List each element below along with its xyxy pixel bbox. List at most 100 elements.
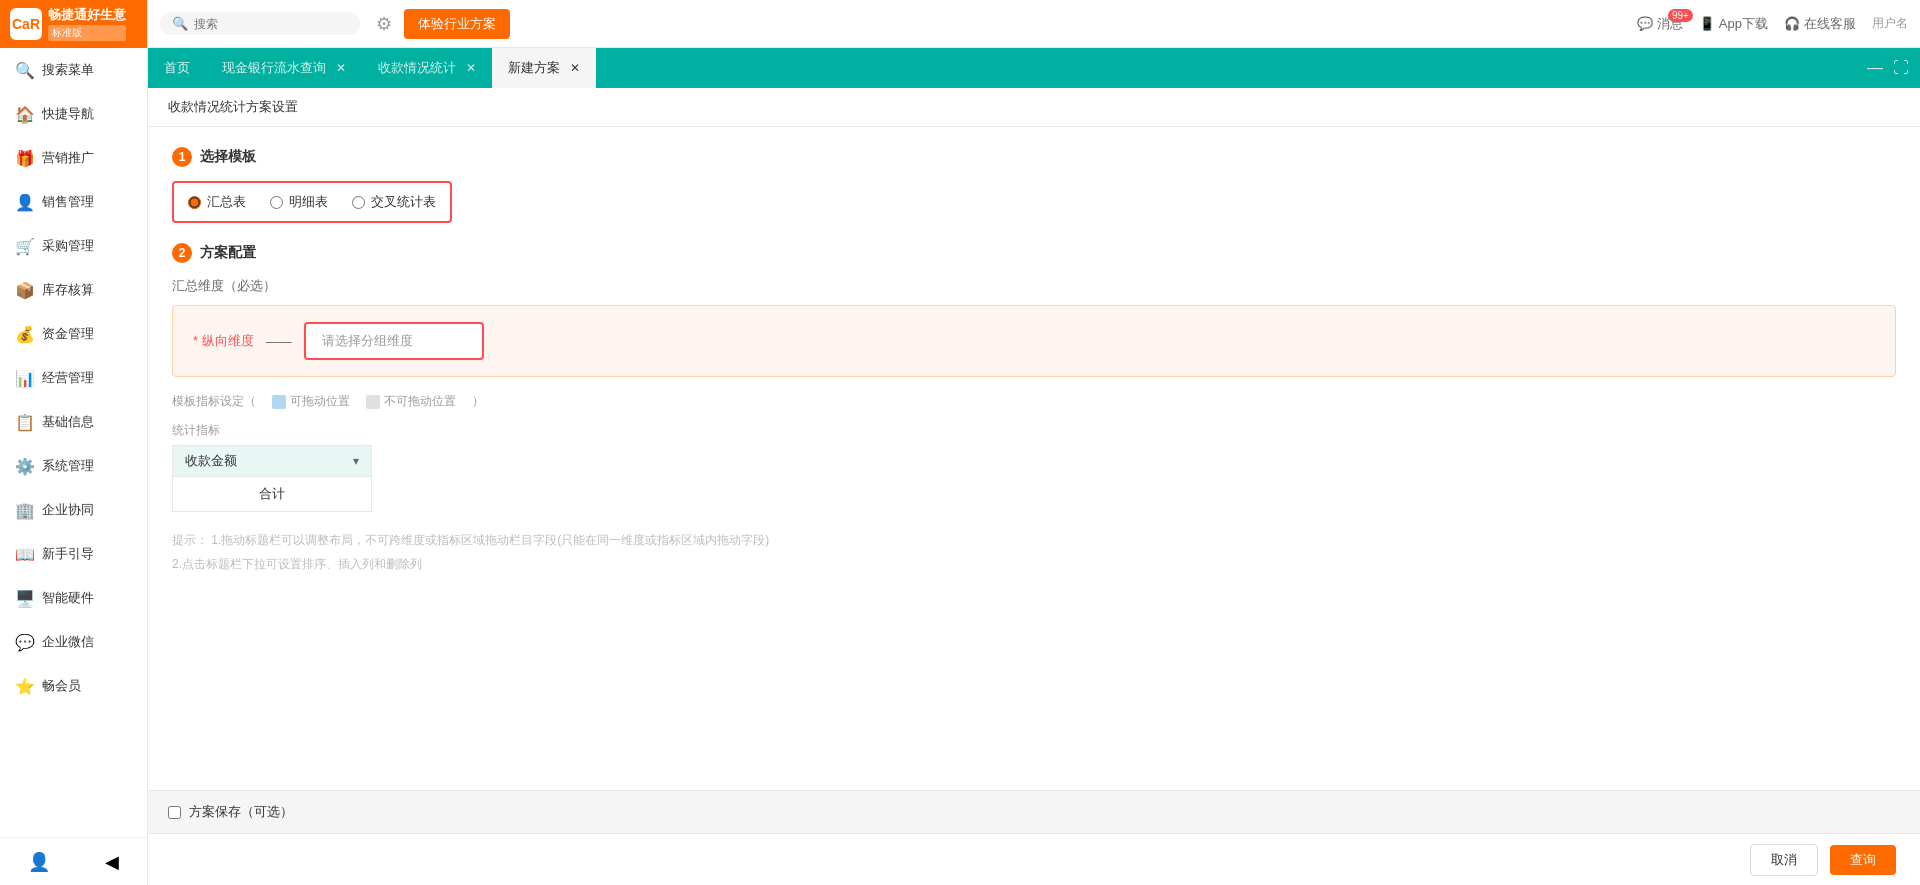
step2-num: 2 xyxy=(172,243,192,263)
sidebar-item-wechat[interactable]: 💬 企业微信 xyxy=(0,620,147,664)
metrics-header-label: 收款金额 xyxy=(185,452,237,470)
form-area: 1 选择模板 汇总表 明细表 交叉统计表 xyxy=(148,127,1920,790)
step1-header: 1 选择模板 xyxy=(172,147,1896,167)
logo-tag: 标准版 xyxy=(48,25,126,41)
tab-bank[interactable]: 现金银行流水查询 ✕ xyxy=(206,48,362,88)
sidebar-item-guide[interactable]: 📖 新手引导 xyxy=(0,532,147,576)
sidebar-item-system[interactable]: ⚙️ 系统管理 xyxy=(0,444,147,488)
message-badge: 99+ xyxy=(1668,9,1693,22)
tip-line1: 提示： 1.拖动标题栏可以调整布局，不可跨维度或指标区域拖动栏目字段(只能在同一… xyxy=(172,528,1896,552)
radio-summary[interactable]: 汇总表 xyxy=(188,193,246,211)
query-button[interactable]: 查询 xyxy=(1830,845,1896,875)
breadcrumb: 收款情况统计方案设置 xyxy=(168,99,298,114)
minimize-button[interactable]: — xyxy=(1864,57,1886,79)
save-checkbox[interactable] xyxy=(168,806,181,819)
step2-title: 方案配置 xyxy=(200,244,256,262)
radio-summary-label: 汇总表 xyxy=(207,193,246,211)
arrow-icon: —— xyxy=(266,334,292,349)
step2-header: 2 方案配置 xyxy=(172,243,1896,263)
download-btn[interactable]: 📱 App下载 xyxy=(1699,15,1768,33)
step1-title: 选择模板 xyxy=(200,148,256,166)
sidebar-item-basic[interactable]: 📋 基础信息 xyxy=(0,400,147,444)
metrics-header-row[interactable]: 收款金额 ▾ xyxy=(173,446,371,477)
tab-new-plan[interactable]: 新建方案 ✕ xyxy=(492,48,596,88)
tab-bank-close[interactable]: ✕ xyxy=(336,61,346,75)
vertical-label: * 纵向维度 xyxy=(193,332,254,350)
sidebar-item-ops[interactable]: 📊 经营管理 xyxy=(0,356,147,400)
metrics-cell-total: 合计 xyxy=(173,477,371,511)
sidebar-expand-icon[interactable]: 👤 xyxy=(28,851,50,873)
page-header: 收款情况统计方案设置 xyxy=(148,88,1920,127)
window-buttons: — ⛶ xyxy=(1864,57,1920,79)
clipboard-icon: 📋 xyxy=(16,413,34,431)
message-icon: 💬 xyxy=(1637,16,1653,31)
user-icon: 👤 xyxy=(16,193,34,211)
footer-save: 方案保存（可选） xyxy=(148,790,1920,833)
sidebar-collapse-icon[interactable]: ◀ xyxy=(105,851,119,873)
sidebar-item-marketing[interactable]: 🎁 营销推广 xyxy=(0,136,147,180)
sidebar-item-stock[interactable]: 📦 库存核算 xyxy=(0,268,147,312)
chart-icon: 📊 xyxy=(16,369,34,387)
stats-label: 统计指标 xyxy=(172,422,1896,439)
building-icon: 🏢 xyxy=(16,501,34,519)
tab-receipt[interactable]: 收款情况统计 ✕ xyxy=(362,48,492,88)
sidebar-item-purchase[interactable]: 🛒 采购管理 xyxy=(0,224,147,268)
money-icon: 💰 xyxy=(16,325,34,343)
support-icon: 🎧 xyxy=(1784,16,1800,31)
metrics-table: 收款金额 ▾ 合计 xyxy=(172,445,372,512)
cart-icon: 🛒 xyxy=(16,237,34,255)
topbar-right: 💬 消息 99+ 📱 App下载 🎧 在线客服 用户名 xyxy=(1637,15,1908,33)
step1-section: 1 选择模板 汇总表 明细表 交叉统计表 xyxy=(172,147,1896,223)
draggable-indicator xyxy=(272,395,286,409)
search-input[interactable] xyxy=(194,17,334,31)
logo-text: 畅捷通好生意 xyxy=(48,7,126,23)
radio-detail-label: 明细表 xyxy=(289,193,328,211)
home-icon: 🏠 xyxy=(16,105,34,123)
cancel-button[interactable]: 取消 xyxy=(1750,844,1818,876)
sidebar-item-corp[interactable]: 🏢 企业协同 xyxy=(0,488,147,532)
tab-home[interactable]: 首页 xyxy=(148,48,206,88)
topbar: 🔍 ⚙ 体验行业方案 💬 消息 99+ 📱 App下载 🎧 在线客服 用户名 xyxy=(148,0,1920,48)
sidebar-item-nav[interactable]: 🏠 快捷导航 xyxy=(0,92,147,136)
monitor-icon: 🖥️ xyxy=(16,589,34,607)
radio-cross[interactable]: 交叉统计表 xyxy=(352,193,436,211)
metrics-config: 模板指标设定（ 可拖动位置 不可拖动位置 ） 统计指标 xyxy=(172,393,1896,512)
tip-line2: 2.点击标题栏下拉可设置排序、插入列和删除列 xyxy=(172,552,1896,576)
sidebar-bottom: 👤 ◀ xyxy=(0,837,147,885)
fixed-legend-item: 不可拖动位置 xyxy=(366,393,456,410)
dimension-select[interactable]: 请选择分组维度 xyxy=(304,322,484,360)
step2-section: 2 方案配置 汇总维度（必选） * 纵向维度 —— 请选择分组维度 xyxy=(172,243,1896,576)
step1-num: 1 xyxy=(172,147,192,167)
logo-icon: CaR xyxy=(10,8,42,40)
summary-dimension-label: 汇总维度（必选） xyxy=(172,277,1896,295)
settings-icon: ⚙️ xyxy=(16,457,34,475)
topbar-search-box[interactable]: 🔍 xyxy=(160,12,360,35)
search-icon-topbar: 🔍 xyxy=(172,16,188,31)
dimension-row: * 纵向维度 —— 请选择分组维度 xyxy=(193,322,1875,360)
save-label: 方案保存（可选） xyxy=(189,803,293,821)
gift-icon: 🎁 xyxy=(16,149,34,167)
tab-new-plan-close[interactable]: ✕ xyxy=(570,61,580,75)
drag-legend: 模板指标设定（ 可拖动位置 不可拖动位置 ） xyxy=(172,393,1896,410)
chevron-down-icon[interactable]: ▾ xyxy=(353,454,359,468)
tab-receipt-close[interactable]: ✕ xyxy=(466,61,476,75)
radio-detail[interactable]: 明细表 xyxy=(270,193,328,211)
tips-area: 提示： 1.拖动标题栏可以调整布局，不可跨维度或指标区域拖动栏目字段(只能在同一… xyxy=(172,528,1896,576)
gear-icon[interactable]: ⚙ xyxy=(376,13,392,35)
draggable-legend-item: 可拖动位置 xyxy=(272,393,350,410)
sidebar-item-search[interactable]: 🔍 搜索菜单 xyxy=(0,48,147,92)
action-bar: 取消 查询 xyxy=(148,833,1920,885)
support-btn[interactable]: 🎧 在线客服 xyxy=(1784,15,1856,33)
box-icon: 📦 xyxy=(16,281,34,299)
dimension-area: * 纵向维度 —— 请选择分组维度 xyxy=(172,305,1896,377)
sidebar-item-member[interactable]: ⭐ 畅会员 xyxy=(0,664,147,708)
user-info: 用户名 xyxy=(1872,15,1908,32)
metrics-table-container: 统计指标 收款金额 ▾ 合计 xyxy=(172,422,1896,512)
trial-button[interactable]: 体验行业方案 xyxy=(404,9,510,39)
maximize-button[interactable]: ⛶ xyxy=(1890,57,1912,79)
content-area: 收款情况统计方案设置 1 选择模板 汇总表 明细表 xyxy=(148,88,1920,833)
sidebar-item-funds[interactable]: 💰 资金管理 xyxy=(0,312,147,356)
sidebar-item-sales[interactable]: 👤 销售管理 xyxy=(0,180,147,224)
sidebar-item-hardware[interactable]: 🖥️ 智能硬件 xyxy=(0,576,147,620)
message-btn[interactable]: 💬 消息 99+ xyxy=(1637,15,1683,33)
